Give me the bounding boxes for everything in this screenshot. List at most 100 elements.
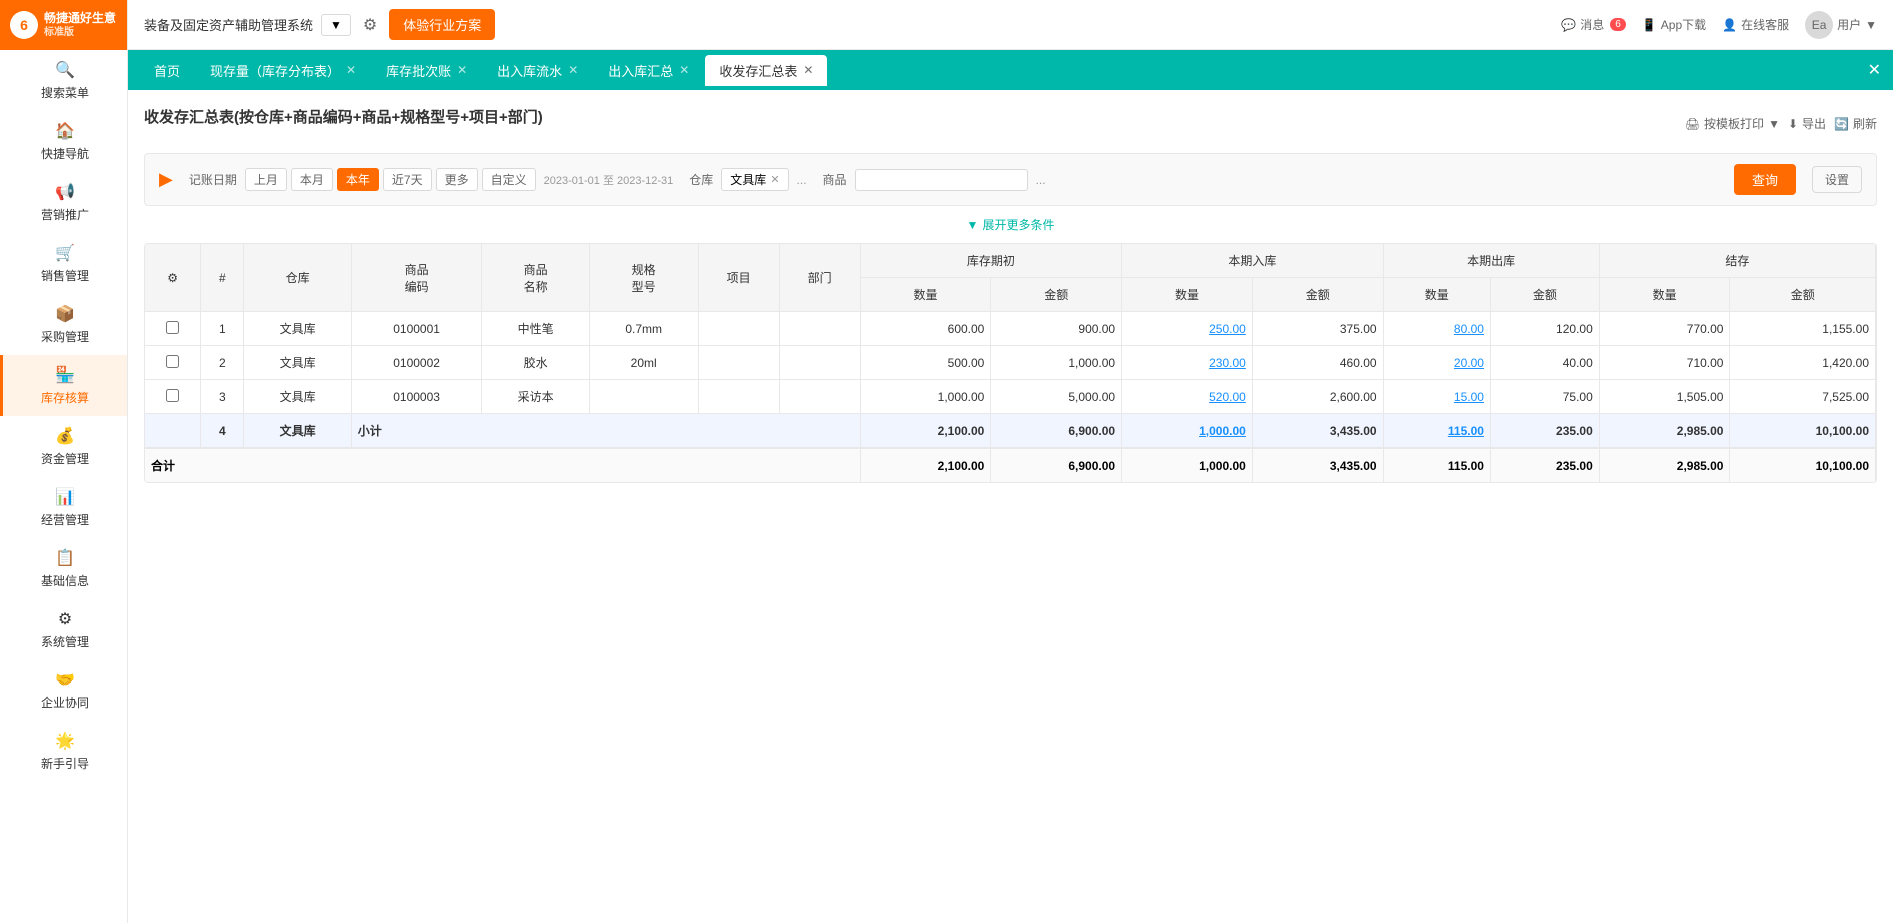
system-icon: ⚙ [58,609,72,629]
sidebar-item-guide[interactable]: 🌟 新手引导 [0,721,127,782]
system-dropdown-btn[interactable]: ▼ [321,14,351,36]
th-start-qty: 数量 [860,278,991,312]
warehouse-more-btn[interactable]: ... [797,173,807,187]
row-bal-qty-0: 770.00 [1599,312,1730,346]
query-button[interactable]: 查询 [1734,164,1796,195]
print-btn[interactable]: 🖨 按模板打印 ▼ [1685,115,1780,132]
row-out-qty-0[interactable]: 80.00 [1383,312,1490,346]
sidebar-item-sales[interactable]: 🛒 销售管理 [0,233,127,294]
tab-close-4[interactable]: ✕ [679,63,689,77]
tab-3[interactable]: 出入库流水 ✕ [483,55,592,86]
row-spec-2 [589,380,698,414]
row-check-2[interactable] [145,380,201,414]
sidebar-item-marketing[interactable]: 📢 营销推广 [0,172,127,233]
sidebar-item-finance[interactable]: 💰 资金管理 [0,416,127,477]
goods-more-btn[interactable]: ... [1036,173,1046,187]
row-code-1: 0100002 [351,346,482,380]
filter-toggle-btn[interactable]: ▶ [159,169,173,190]
inventory-icon: 🏪 [55,365,75,385]
row-in-qty-1[interactable]: 230.00 [1122,346,1253,380]
th-period-in: 本期入库 [1122,244,1383,278]
message-btn[interactable]: 💬 消息 6 [1561,16,1626,33]
experience-button[interactable]: 体验行业方案 [389,9,495,40]
row-bal-amt-1: 1,420.00 [1730,346,1876,380]
goods-filter-section: 商品 ... [823,169,1046,191]
marketing-icon: 📢 [55,182,75,202]
sidebar-item-label: 新手引导 [41,755,89,772]
tab-1[interactable]: 现存量（库存分布表） ✕ [196,55,370,86]
row-dept-0 [779,312,860,346]
row-in-qty-2[interactable]: 520.00 [1122,380,1253,414]
settings-button[interactable]: 设置 [1812,166,1862,193]
online-service-btn[interactable]: 👤 在线客服 [1722,16,1789,33]
settings-gear-icon[interactable]: ⚙ [363,15,377,35]
row-bal-amt-0: 1,155.00 [1730,312,1876,346]
row-dept-1 [779,346,860,380]
corp-icon: 🤝 [55,670,75,690]
message-icon: 💬 [1561,18,1576,32]
th-code: 商品编码 [351,244,482,312]
sidebar-item-operation[interactable]: 📊 经营管理 [0,477,127,538]
refresh-btn[interactable]: 🔄 刷新 [1834,115,1877,132]
sidebar-item-label: 库存核算 [41,389,89,406]
app-download-btn[interactable]: 📱 App下载 [1642,16,1706,33]
date-btn-自定义[interactable]: 自定义 [482,168,536,191]
row-check-1[interactable] [145,346,201,380]
tab-0[interactable]: 首页 [140,55,194,86]
user-area[interactable]: Ea 用户 ▼ [1805,11,1877,39]
row-in-qty-0[interactable]: 250.00 [1122,312,1253,346]
tab-label-3: 出入库流水 [497,61,562,80]
goods-filter-label: 商品 [823,171,847,188]
sidebar-item-purchase[interactable]: 📦 采购管理 [0,294,127,355]
row-checkbox-1[interactable] [166,355,179,368]
sidebar-item-search[interactable]: 🔍 搜索菜单 [0,50,127,111]
tab-close-1[interactable]: ✕ [346,63,356,77]
date-btn-本月[interactable]: 本月 [291,168,333,191]
row-out-qty-1[interactable]: 20.00 [1383,346,1490,380]
sidebar-item-quick[interactable]: 🏠 快捷导航 [0,111,127,172]
th-bal-amt: 金额 [1730,278,1876,312]
th-settings[interactable]: ⚙ [145,244,201,312]
warehouse-tag-close[interactable]: ✕ [770,173,779,186]
subtotal-no: 4 [201,414,244,449]
close-all-tabs-btn[interactable]: ✕ [1868,60,1881,80]
subtotal-in-qty[interactable]: 1,000.00 [1122,414,1253,449]
sidebar-item-inventory[interactable]: 🏪 库存核算 [0,355,127,416]
export-btn[interactable]: ⬇ 导出 [1788,115,1826,132]
tab-close-2[interactable]: ✕ [457,63,467,77]
warehouse-tag[interactable]: 文具库 ✕ [721,168,788,191]
sidebar-item-base[interactable]: 📋 基础信息 [0,538,127,599]
date-btn-上月[interactable]: 上月 [245,168,287,191]
print-icon: 🖨 [1685,117,1700,131]
tab-close-3[interactable]: ✕ [568,63,578,77]
subtotal-label: 小计 [351,414,860,449]
base-icon: 📋 [55,548,75,568]
date-btn-近7天[interactable]: 近7天 [383,168,432,191]
warehouse-filter-label: 仓库 [689,171,713,188]
row-check-0[interactable] [145,312,201,346]
tab-label-0: 首页 [154,61,180,80]
tab-2[interactable]: 库存批次账 ✕ [372,55,481,86]
tab-close-5[interactable]: ✕ [803,63,813,77]
sidebar-item-system[interactable]: ⚙ 系统管理 [0,599,127,660]
sidebar-logo: 6 畅捷通好生意 标准版 [0,0,127,50]
subtotal-out-qty[interactable]: 115.00 [1383,414,1490,449]
tab-label-1: 现存量（库存分布表） [210,61,340,80]
row-no-1: 2 [201,346,244,380]
row-out-qty-2[interactable]: 15.00 [1383,380,1490,414]
sidebar-item-corp[interactable]: 🤝 企业协同 [0,660,127,721]
data-table-container: ⚙ # 仓库 商品编码 商品名称 规格型号 项目 部门 库存期初 本期入库 本期… [144,243,1877,483]
col-settings-icon: ⚙ [167,271,178,285]
th-in-amt: 金额 [1252,278,1383,312]
row-checkbox-2[interactable] [166,389,179,402]
th-bal-qty: 数量 [1599,278,1730,312]
tab-4[interactable]: 出入库汇总 ✕ [594,55,703,86]
finance-icon: 💰 [55,426,75,446]
date-btn-本年[interactable]: 本年 [337,168,379,191]
row-dept-2 [779,380,860,414]
goods-filter-input[interactable] [855,169,1028,191]
expand-conditions-btn[interactable]: ▼ 展开更多条件 [967,216,1055,233]
date-btn-更多[interactable]: 更多 [436,168,478,191]
row-checkbox-0[interactable] [166,321,179,334]
tab-5[interactable]: 收发存汇总表 ✕ [705,55,827,86]
